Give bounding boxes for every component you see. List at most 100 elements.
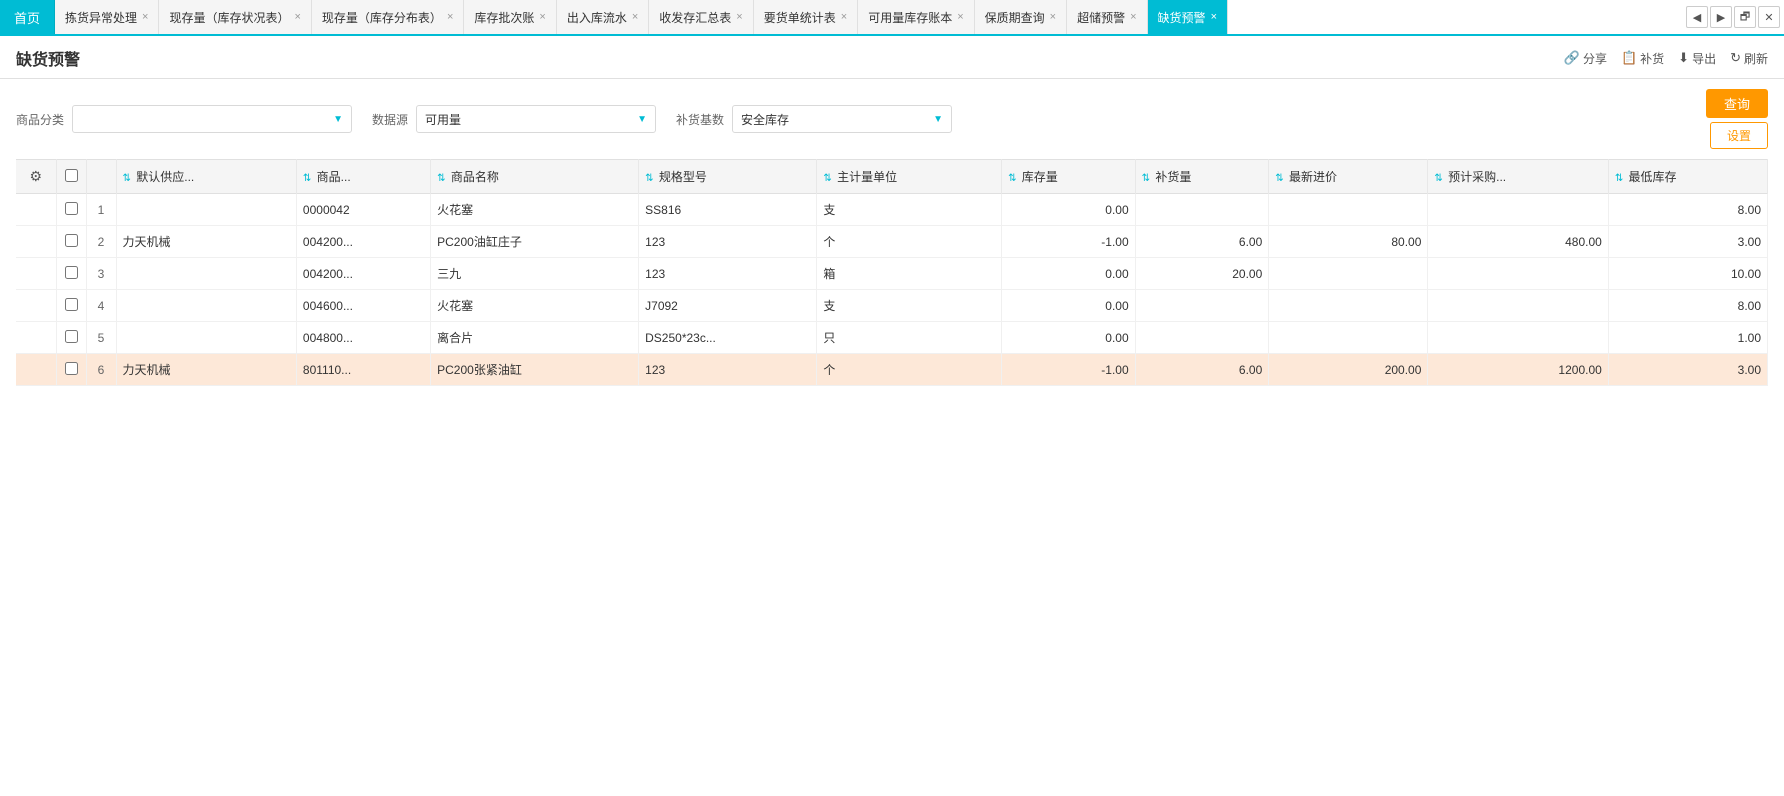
tab-restore-btn[interactable]: 🗗 — [1734, 6, 1756, 28]
row-check-5[interactable] — [65, 362, 78, 375]
col-spec-header[interactable]: ⇅ 规格型号 — [639, 160, 817, 194]
category-label: 商品分类 — [16, 111, 64, 128]
tab-available-ledger[interactable]: 可用量库存账本× — [858, 0, 974, 34]
tab-shortage-warning[interactable]: 缺货预警 × — [1148, 0, 1228, 34]
minstock-header-label: 最低库存 — [1629, 170, 1677, 184]
col-supplier-header[interactable]: ⇅ 默认供应... — [116, 160, 296, 194]
row-stock-1: -1.00 — [1002, 226, 1136, 258]
tab-close-receive-summary[interactable]: × — [736, 11, 742, 23]
row-estimated-3 — [1428, 290, 1608, 322]
tab-label-shortage-warning: 缺货预警 — [1158, 9, 1206, 26]
col-price-header[interactable]: ⇅ 最新进价 — [1269, 160, 1428, 194]
row-check-2[interactable] — [65, 266, 78, 279]
row-unit-0: 支 — [817, 194, 1002, 226]
tab-close-expiry-query[interactable]: × — [1050, 11, 1056, 23]
row-spec-3: J7092 — [639, 290, 817, 322]
row-name-4: 离合片 — [431, 322, 639, 354]
tab-inventory-dist[interactable]: 现存量（库存分布表）× — [312, 0, 464, 34]
row-stock-3: 0.00 — [1002, 290, 1136, 322]
tab-close-inout-flow[interactable]: × — [632, 11, 638, 23]
tab-label-expiry-query: 保质期查询 — [985, 9, 1045, 26]
tab-requisition-stats[interactable]: 要货单统计表× — [754, 0, 858, 34]
tab-inout-flow[interactable]: 出入库流水 × — [557, 0, 649, 34]
replenish-basis-chevron-icon: ▼ — [933, 114, 943, 125]
refresh-button[interactable]: ↻ 刷新 — [1730, 50, 1768, 67]
tab-close-available-ledger[interactable]: × — [957, 11, 963, 23]
datasource-select[interactable]: 可用量 ▼ — [416, 105, 656, 133]
replenish-basis-label: 补货基数 — [676, 111, 724, 128]
stock-header-label: 库存量 — [1022, 170, 1058, 184]
gear-icon[interactable]: ⚙ — [29, 168, 42, 184]
tab-expiry-query[interactable]: 保质期查询 × — [975, 0, 1067, 34]
table-row: 5 004800... 离合片 DS250*23c... 只 0.00 1.00 — [16, 322, 1768, 354]
supplier-header-label: 默认供应... — [136, 170, 194, 184]
tab-nav-prev[interactable]: ◀ — [1686, 6, 1708, 28]
col-replenish-header[interactable]: ⇅ 补货量 — [1135, 160, 1269, 194]
tab-nav-next[interactable]: ▶ — [1710, 6, 1732, 28]
tab-close-all-btn[interactable]: ✕ — [1758, 6, 1780, 28]
select-all-checkbox[interactable] — [65, 169, 78, 182]
tab-close-inventory-dist[interactable]: × — [447, 11, 453, 23]
tab-overstock-warning[interactable]: 超储预警× — [1067, 0, 1147, 34]
tab-receive-summary[interactable]: 收发存汇总表× — [649, 0, 753, 34]
col-estimated-header[interactable]: ⇅ 预计采购... — [1428, 160, 1608, 194]
row-checkbox-3[interactable] — [56, 290, 86, 322]
tab-close-inventory-status[interactable]: × — [294, 11, 300, 23]
col-settings-header[interactable]: ⚙ — [16, 160, 56, 194]
share-button[interactable]: 🔗 分享 — [1564, 50, 1607, 67]
tab-picking-exception[interactable]: 拣货异常处理× — [55, 0, 159, 34]
row-name-3: 火花塞 — [431, 290, 639, 322]
row-minstock-1: 3.00 — [1608, 226, 1767, 258]
row-price-3 — [1269, 290, 1428, 322]
table-row: 6 力天机械 801110... PC200张紧油缸 123 个 -1.00 6… — [16, 354, 1768, 386]
row-num-5: 6 — [86, 354, 116, 386]
tab-close-requisition-stats[interactable]: × — [841, 11, 847, 23]
refresh-label: 刷新 — [1744, 50, 1768, 67]
row-minstock-0: 8.00 — [1608, 194, 1767, 226]
tab-batch-account[interactable]: 库存批次账 × — [464, 0, 556, 34]
row-check-3[interactable] — [65, 298, 78, 311]
tab-home[interactable]: 首页 — [0, 0, 55, 34]
row-check-1[interactable] — [65, 234, 78, 247]
row-checkbox-4[interactable] — [56, 322, 86, 354]
replenish-button[interactable]: 📋 补货 — [1621, 50, 1664, 67]
tab-close-shortage-warning[interactable]: × — [1211, 11, 1217, 23]
settings-button[interactable]: 设置 — [1710, 122, 1768, 149]
tab-home-label: 首页 — [14, 8, 40, 27]
col-minstock-header[interactable]: ⇅ 最低库存 — [1608, 160, 1767, 194]
tab-close-batch-account[interactable]: × — [539, 11, 545, 23]
row-checkbox-0[interactable] — [56, 194, 86, 226]
price-header-label: 最新进价 — [1289, 170, 1337, 184]
replenish-basis-select[interactable]: 安全库存 ▼ — [732, 105, 952, 133]
row-price-5: 200.00 — [1269, 354, 1428, 386]
row-checkbox-1[interactable] — [56, 226, 86, 258]
tab-close-picking-exception[interactable]: × — [142, 11, 148, 23]
col-code-header[interactable]: ⇅ 商品... — [296, 160, 430, 194]
replenish-basis-filter-group: 补货基数 安全库存 ▼ — [676, 105, 952, 133]
tab-label-batch-account: 库存批次账 — [474, 9, 534, 26]
row-checkbox-5[interactable] — [56, 354, 86, 386]
category-select[interactable]: ▼ — [72, 105, 352, 133]
tab-close-overstock-warning[interactable]: × — [1130, 11, 1136, 23]
price-sort-icon: ⇅ — [1275, 173, 1283, 184]
row-checkbox-2[interactable] — [56, 258, 86, 290]
col-unit-header[interactable]: ⇅ 主计量单位 — [817, 160, 1002, 194]
row-name-1: PC200油缸庄子 — [431, 226, 639, 258]
row-unit-3: 支 — [817, 290, 1002, 322]
col-name-header[interactable]: ⇅ 商品名称 — [431, 160, 639, 194]
row-replenish-2: 20.00 — [1135, 258, 1269, 290]
row-check-4[interactable] — [65, 330, 78, 343]
tab-inventory-status[interactable]: 现存量（库存状况表）× — [159, 0, 311, 34]
export-button[interactable]: ⬇ 导出 — [1678, 50, 1716, 67]
row-price-1: 80.00 — [1269, 226, 1428, 258]
row-unit-5: 个 — [817, 354, 1002, 386]
query-button[interactable]: 查询 — [1706, 89, 1768, 118]
estimated-header-label: 预计采购... — [1448, 170, 1506, 184]
col-stock-header[interactable]: ⇅ 库存量 — [1002, 160, 1136, 194]
table-container: ⚙ ⇅ 默认供应... ⇅ 商品... ⇅ — [0, 159, 1784, 386]
page-title: 缺货预警 — [16, 46, 80, 70]
table-row: 2 力天机械 004200... PC200油缸庄子 123 个 -1.00 6… — [16, 226, 1768, 258]
col-checkbox-header[interactable] — [56, 160, 86, 194]
row-check-0[interactable] — [65, 202, 78, 215]
tab-label-inout-flow: 出入库流水 — [567, 9, 627, 26]
